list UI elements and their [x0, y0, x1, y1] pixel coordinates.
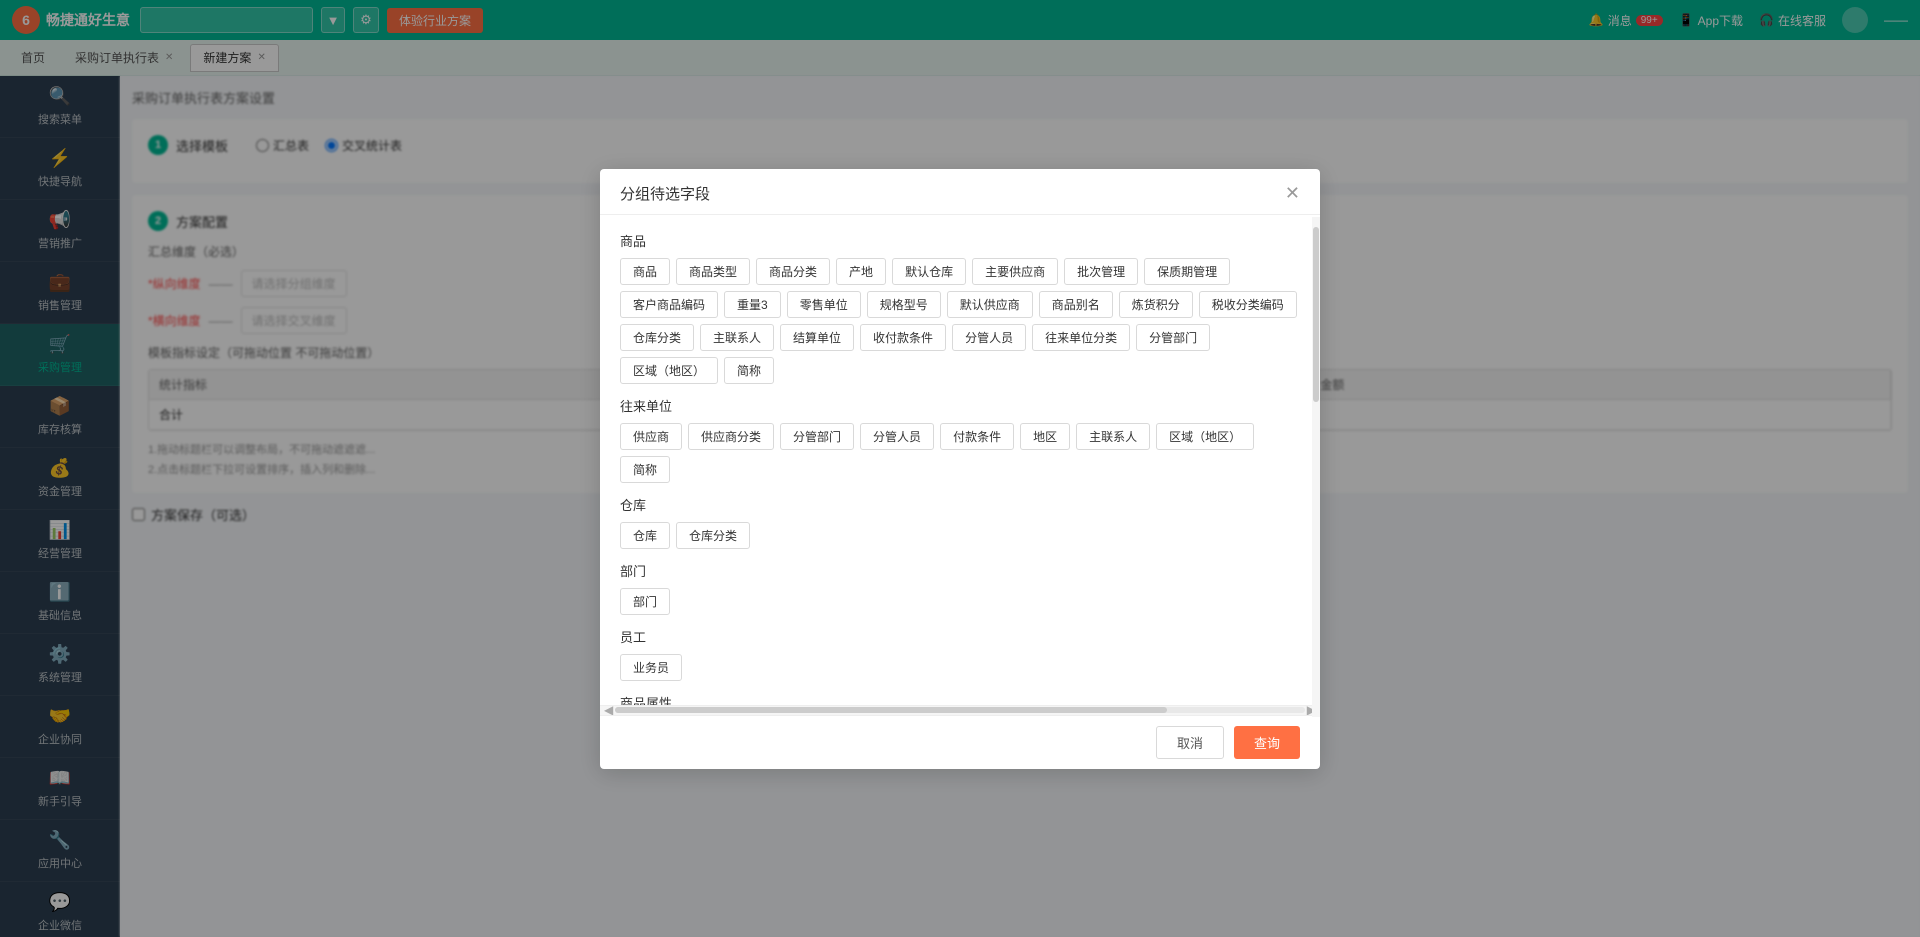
- warehouse-fields-grid: 仓库 仓库分类: [620, 522, 1300, 549]
- vscroll-thumb[interactable]: [1313, 227, 1319, 402]
- staff-fields-grid: 业务员: [620, 654, 1300, 681]
- field-main-supplier[interactable]: 主要供应商: [972, 258, 1058, 285]
- field-payment-terms[interactable]: 收付款条件: [860, 324, 946, 351]
- field-dept-supervised[interactable]: 分管部门: [1136, 324, 1210, 351]
- field-settlement-unit[interactable]: 结算单位: [780, 324, 854, 351]
- group-title-staff: 员工: [620, 627, 1300, 646]
- field-tax-code[interactable]: 税收分类编码: [1199, 291, 1297, 318]
- field-short-name-product[interactable]: 简称: [724, 357, 774, 384]
- field-dept[interactable]: 部门: [620, 588, 670, 615]
- field-payment-cond[interactable]: 付款条件: [940, 423, 1014, 450]
- group-title-product-attr: 商品属性: [620, 693, 1300, 705]
- group-title-dept: 部门: [620, 561, 1300, 580]
- field-supervisor-partner[interactable]: 分管人员: [860, 423, 934, 450]
- field-supplier-category[interactable]: 供应商分类: [688, 423, 774, 450]
- field-polish-points[interactable]: 炼货积分: [1119, 291, 1193, 318]
- product-fields-grid: 商品 商品类型 商品分类 产地 默认仓库 主要供应商 批次管理 保质期管理 客户…: [620, 258, 1300, 384]
- field-main-contact[interactable]: 主联系人: [700, 324, 774, 351]
- group-title-warehouse: 仓库: [620, 495, 1300, 514]
- field-supervisor[interactable]: 分管人员: [952, 324, 1026, 351]
- field-default-warehouse[interactable]: 默认仓库: [892, 258, 966, 285]
- field-region-partner[interactable]: 地区: [1020, 423, 1070, 450]
- field-origin[interactable]: 产地: [836, 258, 886, 285]
- field-product-type[interactable]: 商品类型: [676, 258, 750, 285]
- field-supplier[interactable]: 供应商: [620, 423, 682, 450]
- field-default-supplier[interactable]: 默认供应商: [947, 291, 1033, 318]
- modal-title: 分组待选字段: [620, 183, 710, 204]
- modal-close-btn[interactable]: ✕: [1285, 184, 1300, 202]
- dept-fields-grid: 部门: [620, 588, 1300, 615]
- field-selection-modal: 分组待选字段 ✕ 商品 商品 商品类型 商品分类 产地 默认仓库 主要供应商 批…: [600, 169, 1320, 769]
- modal-vertical-scrollbar[interactable]: [1312, 217, 1320, 717]
- field-spec-model[interactable]: 规格型号: [867, 291, 941, 318]
- partner-fields-grid: 供应商 供应商分类 分管部门 分管人员 付款条件 地区 主联系人 区域（地区） …: [620, 423, 1300, 483]
- field-dept-partner[interactable]: 分管部门: [780, 423, 854, 450]
- hscroll-track[interactable]: [615, 707, 1305, 713]
- group-title-product: 商品: [620, 231, 1300, 250]
- field-partner-category[interactable]: 往来单位分类: [1032, 324, 1130, 351]
- modal-body: 商品 商品 商品类型 商品分类 产地 默认仓库 主要供应商 批次管理 保质期管理…: [600, 215, 1320, 705]
- field-batch-mgmt[interactable]: 批次管理: [1064, 258, 1138, 285]
- field-short-name-partner[interactable]: 简称: [620, 456, 670, 483]
- field-region-product[interactable]: 区域（地区）: [620, 357, 718, 384]
- modal-footer: 取消 查询: [600, 715, 1320, 769]
- field-warehouse-category[interactable]: 仓库分类: [620, 324, 694, 351]
- field-product-alias[interactable]: 商品别名: [1039, 291, 1113, 318]
- cancel-button[interactable]: 取消: [1156, 726, 1224, 759]
- field-warehouse[interactable]: 仓库: [620, 522, 670, 549]
- field-warehouse-cat[interactable]: 仓库分类: [676, 522, 750, 549]
- modal-header: 分组待选字段 ✕: [600, 169, 1320, 215]
- field-quality-mgmt[interactable]: 保质期管理: [1144, 258, 1230, 285]
- field-customer-code[interactable]: 客户商品编码: [620, 291, 718, 318]
- field-product[interactable]: 商品: [620, 258, 670, 285]
- field-salesperson[interactable]: 业务员: [620, 654, 682, 681]
- confirm-button[interactable]: 查询: [1234, 726, 1300, 759]
- modal-overlay: 分组待选字段 ✕ 商品 商品 商品类型 商品分类 产地 默认仓库 主要供应商 批…: [0, 0, 1920, 937]
- field-retail-unit[interactable]: 零售单位: [787, 291, 861, 318]
- field-product-category[interactable]: 商品分类: [756, 258, 830, 285]
- field-weight3[interactable]: 重量3: [724, 291, 781, 318]
- field-main-contact-partner[interactable]: 主联系人: [1076, 423, 1150, 450]
- group-title-partner: 往来单位: [620, 396, 1300, 415]
- modal-horizontal-scrollbar[interactable]: ◀ ▶: [600, 705, 1320, 715]
- hscroll-thumb[interactable]: [615, 707, 1167, 713]
- field-region-area-partner[interactable]: 区域（地区）: [1156, 423, 1254, 450]
